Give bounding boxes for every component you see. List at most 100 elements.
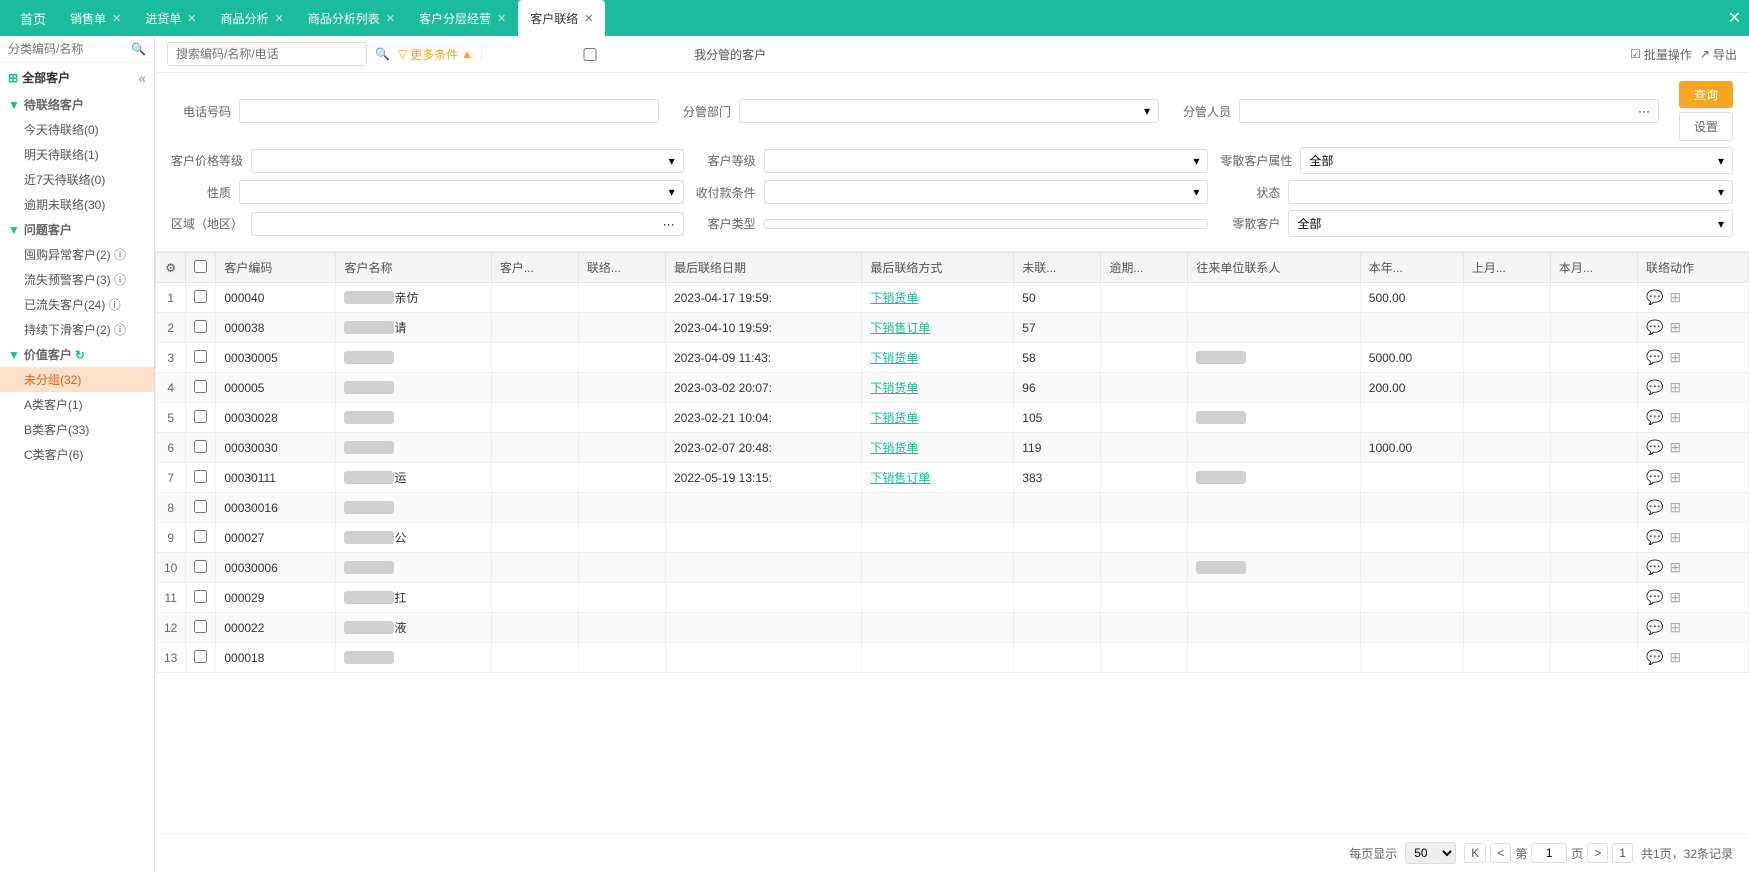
current-page-input[interactable] — [1531, 843, 1567, 863]
search-input[interactable] — [167, 42, 367, 66]
chat-icon[interactable]: 💬 — [1646, 529, 1663, 546]
row-checkbox-cell[interactable] — [186, 343, 216, 373]
sidebar-item-b-class[interactable]: B类客户(33) — [0, 417, 154, 442]
sidebar-item-today[interactable]: 今天待联络(0) — [0, 117, 154, 142]
group-problem-customers[interactable]: ▼ 问题客户 — [0, 217, 154, 242]
more-conditions-btn[interactable]: ▽ 更多条件 ▲ — [398, 46, 473, 63]
row-checkbox[interactable] — [194, 650, 207, 663]
tab-sales-close[interactable]: ✕ — [112, 12, 121, 25]
export-btn[interactable]: ↗ 导出 — [1700, 46, 1737, 63]
sidebar-item-ungroup[interactable]: 未分组(32) — [0, 367, 154, 392]
row-checkbox[interactable] — [194, 380, 207, 393]
row-checkbox[interactable] — [194, 500, 207, 513]
row-checkbox-cell[interactable] — [186, 523, 216, 553]
tab-sales[interactable]: 销售单 ✕ — [58, 0, 133, 36]
grid-action-icon[interactable]: ⊞ — [1669, 439, 1681, 456]
tab-customer-segment[interactable]: 客户分层经营 ✕ — [407, 0, 518, 36]
row-checkbox[interactable] — [194, 530, 207, 543]
tab-product-analysis-close[interactable]: ✕ — [275, 12, 284, 25]
row-checkbox-cell[interactable] — [186, 643, 216, 673]
filter-nature-select[interactable]: ▾ — [239, 180, 684, 204]
chat-icon[interactable]: 💬 — [1646, 379, 1663, 396]
all-customers-header[interactable]: ⊞ 全部客户 « — [0, 63, 154, 92]
sidebar-item-a-class[interactable]: A类客户(1) — [0, 392, 154, 417]
row-checkbox[interactable] — [194, 590, 207, 603]
row-checkbox[interactable] — [194, 470, 207, 483]
filter-retail-customer-select[interactable]: 全部 ▾ — [1288, 210, 1733, 237]
search-button[interactable]: 查询 — [1679, 81, 1733, 108]
last-method-link[interactable]: 下销货单 — [870, 441, 918, 455]
filter-region-select[interactable]: ··· — [251, 212, 684, 236]
row-checkbox[interactable] — [194, 290, 207, 303]
tab-product-analysis[interactable]: 商品分析 ✕ — [208, 0, 295, 36]
tab-product-analysis-list[interactable]: 商品分析列表 ✕ — [296, 0, 407, 36]
filter-retail-attr-select[interactable]: 全部 ▾ — [1300, 147, 1733, 174]
tab-customer-contact[interactable]: 客户联络 ✕ — [518, 0, 605, 36]
last-method-link[interactable]: 下销货单 — [870, 351, 918, 365]
grid-action-icon[interactable]: ⊞ — [1669, 469, 1681, 486]
my-customers-checkbox[interactable] — [490, 48, 690, 61]
sidebar-search-icon[interactable]: 🔍 — [131, 42, 146, 56]
sidebar-item-churned[interactable]: 已流失客户(24) ⓘ — [0, 292, 154, 317]
tab-product-analysis-list-close[interactable]: ✕ — [386, 12, 395, 25]
grid-action-icon[interactable]: ⊞ — [1669, 649, 1681, 666]
row-checkbox[interactable] — [194, 560, 207, 573]
grid-action-icon[interactable]: ⊞ — [1669, 289, 1681, 306]
last-method-link[interactable]: 下销货单 — [870, 291, 918, 305]
grid-action-icon[interactable]: ⊞ — [1669, 589, 1681, 606]
grid-action-icon[interactable]: ⊞ — [1669, 349, 1681, 366]
chat-icon[interactable]: 💬 — [1646, 349, 1663, 366]
group-pending-contact[interactable]: ▼ 待联络客户 — [0, 92, 154, 117]
grid-action-icon[interactable]: ⊞ — [1669, 319, 1681, 336]
row-checkbox[interactable] — [194, 440, 207, 453]
tab-purchase-close[interactable]: ✕ — [187, 12, 196, 25]
row-checkbox-cell[interactable] — [186, 583, 216, 613]
row-checkbox-cell[interactable] — [186, 613, 216, 643]
tab-customer-contact-close[interactable]: ✕ — [584, 12, 593, 25]
chat-icon[interactable]: 💬 — [1646, 589, 1663, 606]
grid-action-icon[interactable]: ⊞ — [1669, 529, 1681, 546]
grid-action-icon[interactable]: ⊞ — [1669, 619, 1681, 636]
grid-action-icon[interactable]: ⊞ — [1669, 409, 1681, 426]
sidebar-item-tomorrow[interactable]: 明天待联络(1) — [0, 142, 154, 167]
chat-icon[interactable]: 💬 — [1646, 409, 1663, 426]
gear-icon[interactable]: ⚙ — [165, 261, 176, 275]
row-checkbox-cell[interactable] — [186, 553, 216, 583]
chat-icon[interactable]: 💬 — [1646, 499, 1663, 516]
filter-customer-level-select[interactable]: ▾ — [764, 149, 1209, 173]
sidebar-item-overdue[interactable]: 逾期未联络(30) — [0, 192, 154, 217]
chat-icon[interactable]: 💬 — [1646, 619, 1663, 636]
row-checkbox-cell[interactable] — [186, 433, 216, 463]
nav-close-icon[interactable]: ✕ — [1728, 8, 1741, 28]
chat-icon[interactable]: 💬 — [1646, 319, 1663, 336]
row-checkbox-cell[interactable] — [186, 463, 216, 493]
sidebar-item-7days[interactable]: 近7天待联络(0) — [0, 167, 154, 192]
filter-customer-type-select[interactable] — [764, 219, 1209, 229]
sidebar-search-bar[interactable]: 🔍 — [0, 36, 154, 63]
chat-icon[interactable]: 💬 — [1646, 649, 1663, 666]
reset-button[interactable]: 设置 — [1679, 112, 1733, 141]
batch-op-btn[interactable]: ☑ 批量操作 — [1630, 46, 1692, 63]
first-page-btn[interactable]: K — [1464, 843, 1486, 863]
col-gear[interactable]: ⚙ — [156, 253, 186, 283]
row-checkbox[interactable] — [194, 410, 207, 423]
last-method-link[interactable]: 下销货单 — [870, 411, 918, 425]
chat-icon[interactable]: 💬 — [1646, 439, 1663, 456]
last-method-link[interactable]: 下销售订单 — [870, 321, 930, 335]
row-checkbox[interactable] — [194, 620, 207, 633]
grid-action-icon[interactable]: ⊞ — [1669, 559, 1681, 576]
chat-icon[interactable]: 💬 — [1646, 289, 1663, 306]
last-method-link[interactable]: 下销货单 — [870, 381, 918, 395]
row-checkbox-cell[interactable] — [186, 493, 216, 523]
tab-purchase[interactable]: 进货单 ✕ — [133, 0, 208, 36]
row-checkbox-cell[interactable] — [186, 373, 216, 403]
row-checkbox[interactable] — [194, 320, 207, 333]
filter-price-level-select[interactable]: ▾ — [251, 149, 684, 173]
row-checkbox-cell[interactable] — [186, 313, 216, 343]
next-page-btn[interactable]: > — [1587, 843, 1608, 863]
per-page-select[interactable]: 50 20 100 — [1405, 842, 1456, 864]
last-page-btn[interactable]: 1 — [1612, 843, 1633, 863]
filter-search-icon[interactable]: 🔍 — [375, 47, 390, 61]
refresh-icon[interactable]: ↻ — [75, 348, 85, 362]
row-checkbox[interactable] — [194, 350, 207, 363]
